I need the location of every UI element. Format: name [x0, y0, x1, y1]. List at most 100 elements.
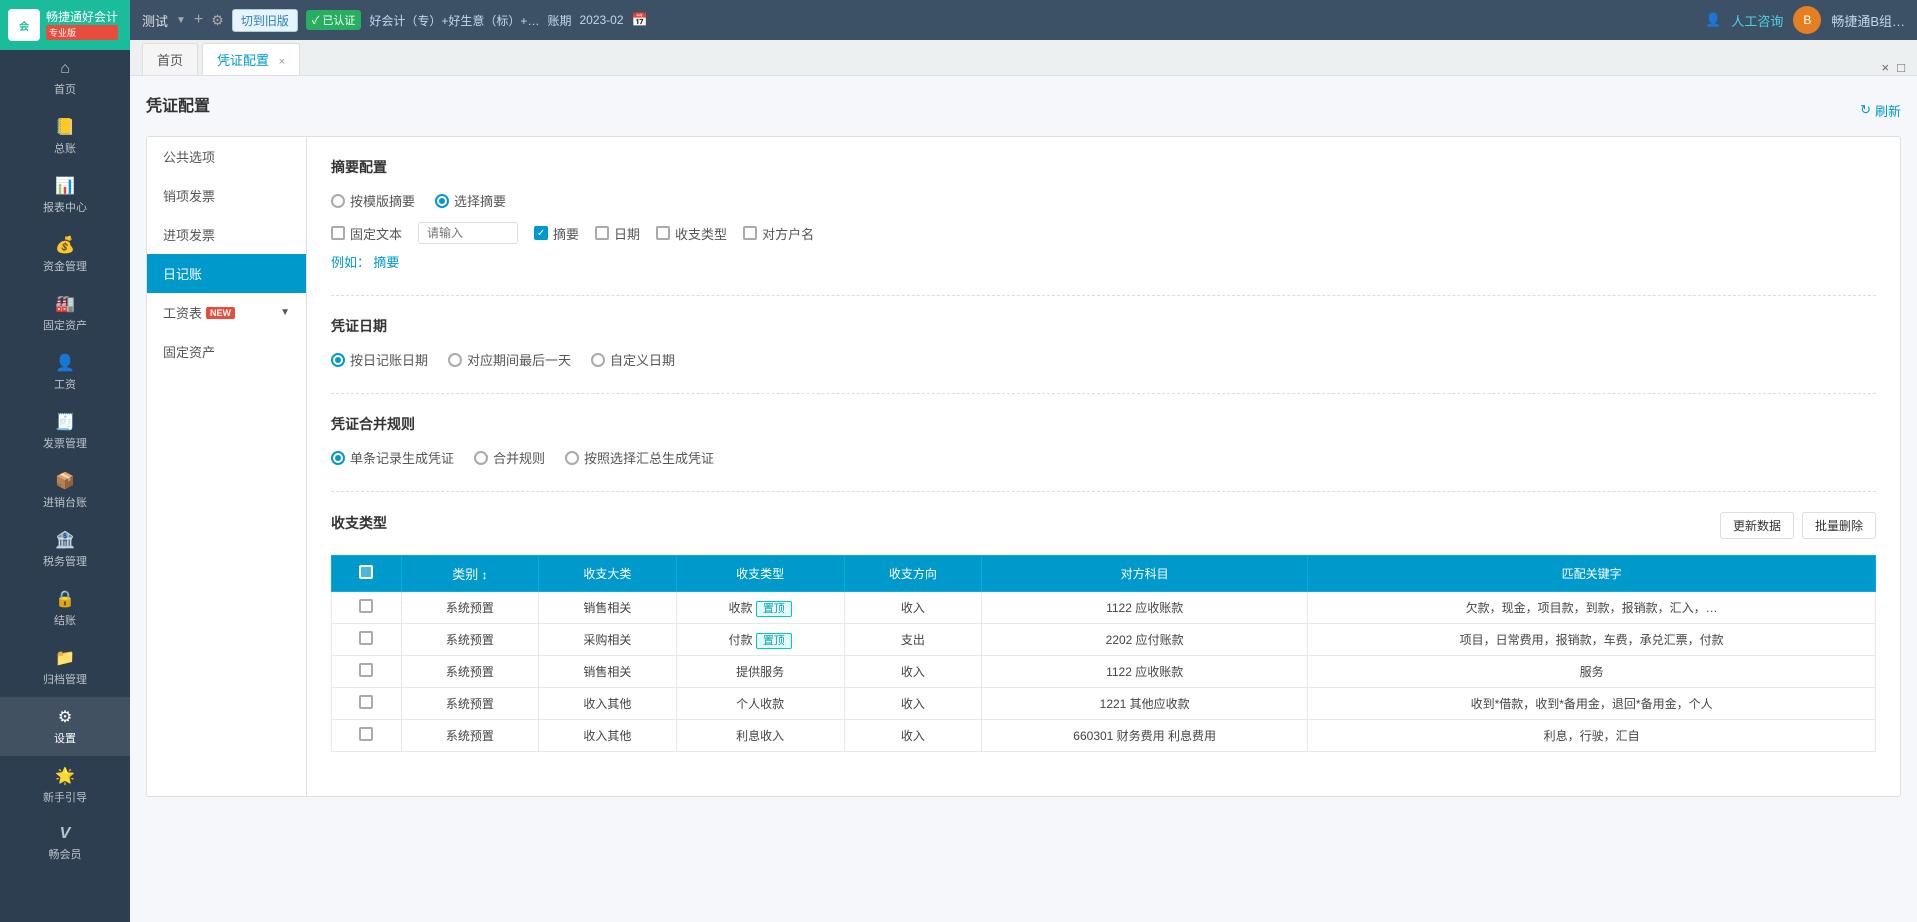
row-direction-3: 收入	[844, 688, 981, 720]
close-accounts-icon: 🔒	[55, 589, 75, 609]
radio-journal-date-circle	[331, 353, 345, 367]
sidebar-item-home[interactable]: ⌂ 首页	[0, 50, 130, 107]
nav-item-payroll[interactable]: 工资表 NEW ▼	[147, 293, 306, 332]
checkbox-fixed-label: 固定文本	[350, 224, 402, 243]
checkbox-income-type[interactable]: 收支类型	[656, 224, 727, 243]
radio-custom-date[interactable]: 自定义日期	[591, 350, 675, 369]
sidebar-item-invoice[interactable]: 🧾 发票管理	[0, 402, 130, 461]
tabbar-right: × □	[1882, 60, 1905, 75]
old-version-button[interactable]: 切到旧版	[232, 9, 298, 32]
nav-item-sales-invoice[interactable]: 销项发票	[147, 176, 306, 215]
sidebar-item-member[interactable]: V 畅会员	[0, 815, 130, 872]
row-keywords-1: 项目，日常费用，报销款，车费，承兑汇票，付款	[1308, 624, 1876, 656]
row-direction-2: 收入	[844, 656, 981, 688]
topbar-settings-icon[interactable]: ⚙	[211, 12, 224, 29]
radio-custom-date-circle	[591, 353, 605, 367]
refresh-button[interactable]: ↻ 刷新	[1860, 101, 1901, 120]
update-data-button[interactable]: 更新数据	[1720, 512, 1794, 539]
sidebar-item-salary[interactable]: 👤 工资	[0, 343, 130, 402]
row-direction-0: 收入	[844, 592, 981, 624]
window-close-icon[interactable]: ×	[1882, 60, 1890, 75]
row-checkbox-4[interactable]	[332, 720, 402, 752]
merge-radio-group: 单条记录生成凭证 合并规则 按照选择汇总生成凭证	[331, 448, 1876, 467]
topbar-dropdown-arrow[interactable]: ▼	[176, 15, 186, 26]
radio-aggregate-circle	[565, 451, 579, 465]
radio-single-label: 单条记录生成凭证	[350, 448, 454, 467]
tab-voucher-config[interactable]: 凭证配置 ×	[202, 43, 300, 75]
sidebar-item-purchase[interactable]: 📦 进销台账	[0, 461, 130, 520]
row-direction-4: 收入	[844, 720, 981, 752]
payroll-arrow-icon: ▼	[280, 307, 290, 318]
sidebar-item-reports[interactable]: 📊 报表中心	[0, 166, 130, 225]
table-toolbar: 更新数据 批量删除	[1720, 512, 1876, 539]
tab-close-icon[interactable]: ×	[279, 56, 285, 68]
refresh-icon: ↻	[1860, 102, 1871, 118]
checkbox-fixed-text[interactable]: 固定文本	[331, 224, 402, 243]
radio-last-day[interactable]: 对应期间最后一天	[448, 350, 571, 369]
nav-item-fixed-assets[interactable]: 固定资产	[147, 332, 306, 371]
checkbox-counterparty[interactable]: 对方户名	[743, 224, 814, 243]
calendar-icon[interactable]: 📅	[632, 12, 648, 28]
nav-item-journal[interactable]: 日记账	[147, 254, 306, 293]
main-area: 测试 ▼ + ⚙ 切到旧版 ✓ 已认证 好会计（专）+好生意（标）+… 账期 2…	[130, 0, 1917, 922]
radio-merge-rule[interactable]: 合并规则	[474, 448, 545, 467]
nav-item-purchase-invoice[interactable]: 进项发票	[147, 215, 306, 254]
checkbox-counterparty-label: 对方户名	[762, 224, 814, 243]
nav-public-label: 公共选项	[163, 147, 215, 166]
sidebar-item-settings[interactable]: ⚙ 设置	[0, 697, 130, 756]
sidebar-item-assets[interactable]: 🏭 固定资产	[0, 284, 130, 343]
ledger-icon: 📒	[55, 117, 75, 137]
radio-single-record[interactable]: 单条记录生成凭证	[331, 448, 454, 467]
batch-delete-button[interactable]: 批量删除	[1802, 512, 1876, 539]
sidebar-item-finance[interactable]: 💰 资金管理	[0, 225, 130, 284]
row-checkbox-3[interactable]	[332, 688, 402, 720]
radio-aggregate[interactable]: 按照选择汇总生成凭证	[565, 448, 714, 467]
checkbox-summary[interactable]: ✓ 摘要	[534, 224, 579, 243]
radio-journal-date[interactable]: 按日记账日期	[331, 350, 428, 369]
table-row: 系统预置 销售相关 提供服务 收入 1122 应收账款 服务	[332, 656, 1876, 688]
certified-tag: ✓ 已认证	[306, 10, 362, 30]
sidebar-item-tax[interactable]: 🏦 税务管理	[0, 520, 130, 579]
row-checkbox-2[interactable]	[332, 656, 402, 688]
sidebar-item-ledger[interactable]: 📒 总账	[0, 107, 130, 166]
nav-item-public[interactable]: 公共选项	[147, 137, 306, 176]
radio-merge-circle	[474, 451, 488, 465]
row-checkbox-1[interactable]	[332, 624, 402, 656]
archive-icon: 📁	[55, 648, 75, 668]
checkbox-date[interactable]: 日期	[595, 224, 640, 243]
topbar-add-icon[interactable]: +	[194, 11, 203, 29]
th-category: 类别 ↕	[401, 556, 538, 592]
summary-radio-group: 按模版摘要 选择摘要	[331, 191, 1876, 210]
checkbox-counterparty-box	[743, 226, 757, 240]
radio-template-summary[interactable]: 按模版摘要	[331, 191, 415, 210]
radio-merge-label: 合并规则	[493, 448, 545, 467]
row-keywords-3: 收到*借款，收到*备用金，退回*备用金，个人	[1308, 688, 1876, 720]
row-subject-2: 1122 应收账款	[982, 656, 1308, 688]
assets-icon: 🏭	[55, 294, 75, 314]
row-keywords-2: 服务	[1308, 656, 1876, 688]
sidebar-item-guide[interactable]: 🌟 新手引导	[0, 756, 130, 815]
th-checkbox[interactable]	[332, 556, 402, 592]
sidebar: 会 畅捷通好会计 专业版 ⌂ 首页 📒 总账 📊 报表中心 💰 资金管理 🏭 固…	[0, 0, 130, 922]
right-content: 摘要配置 按模版摘要 选择摘要	[307, 137, 1900, 796]
nav-fixed-label: 固定资产	[163, 342, 215, 361]
radio-select-summary[interactable]: 选择摘要	[435, 191, 506, 210]
row-category-3: 系统预置	[401, 688, 538, 720]
consult-label[interactable]: 人工咨询	[1731, 11, 1783, 30]
radio-template-circle	[331, 194, 345, 208]
row-category-0: 系统预置	[401, 592, 538, 624]
row-major-1: 采购相关	[539, 624, 676, 656]
fixed-text-input[interactable]	[418, 222, 518, 244]
th-keywords: 匹配关键字	[1308, 556, 1876, 592]
checkbox-date-label: 日期	[614, 224, 640, 243]
sidebar-item-close-accounts[interactable]: 🔒 结账	[0, 579, 130, 638]
radio-custom-date-label: 自定义日期	[610, 350, 675, 369]
tab-home[interactable]: 首页	[142, 43, 198, 75]
th-type: 收支类型	[676, 556, 844, 592]
window-maximize-icon[interactable]: □	[1897, 60, 1905, 75]
account-info: 好会计（专）+好生意（标）+…	[369, 12, 539, 29]
nav-payroll-label: 工资表	[163, 303, 202, 322]
row-checkbox-0[interactable]	[332, 592, 402, 624]
sidebar-item-archive[interactable]: 📁 归档管理	[0, 638, 130, 697]
refresh-label: 刷新	[1875, 101, 1901, 120]
